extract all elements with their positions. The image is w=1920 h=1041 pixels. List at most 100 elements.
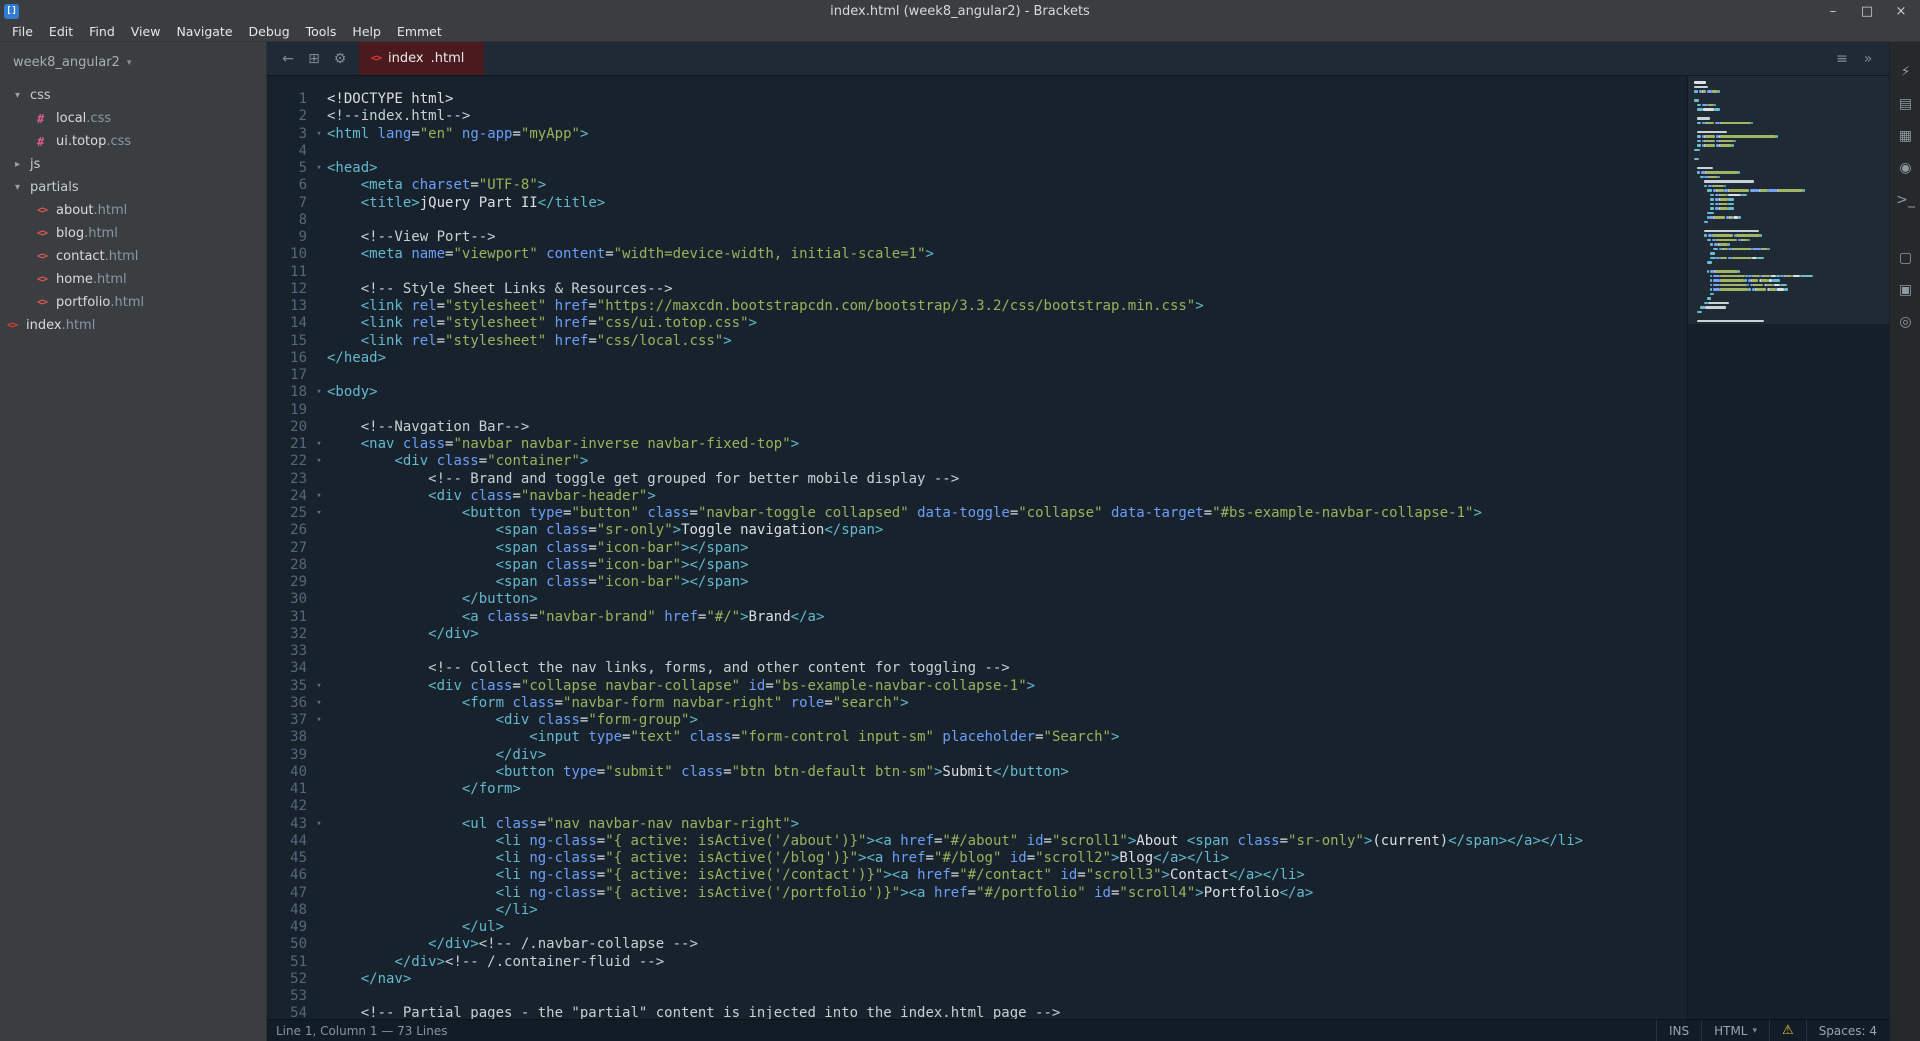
code-line-40[interactable]: 40 <button type="submit" class="btn btn-… [267, 764, 1687, 781]
health-report-icon[interactable]: ◉ [1890, 158, 1920, 178]
code-line-22[interactable]: 22 ▾ <div class="container"> [267, 453, 1687, 470]
menu-find[interactable]: Find [81, 22, 123, 41]
code-line-13[interactable]: 13 <link rel="stylesheet" href="https://… [267, 298, 1687, 315]
code-line-52[interactable]: 52 </nav> [267, 971, 1687, 988]
code-line-26[interactable]: 26 <span class="sr-only">Toggle navigati… [267, 522, 1687, 539]
menu-file[interactable]: File [4, 22, 41, 41]
code-line-36[interactable]: 36 ▾ <form class="navbar-form navbar-righ… [267, 695, 1687, 712]
fold-toggle-icon[interactable]: ▾ [311, 712, 327, 729]
menu-tools[interactable]: Tools [298, 22, 345, 41]
tree-file-contact.html[interactable]: <> contact .html [0, 245, 266, 268]
code-line-30[interactable]: 30 </button> [267, 591, 1687, 608]
tree-file-about.html[interactable]: <> about .html [0, 199, 266, 222]
tree-folder-partials[interactable]: ▾ partials [0, 176, 266, 199]
code-line-14[interactable]: 14 <link rel="stylesheet" href="css/ui.t… [267, 315, 1687, 332]
settings-panel-icon[interactable]: ◎ [1890, 312, 1920, 332]
code-line-5[interactable]: 5 ▾ <head> [267, 160, 1687, 177]
code-line-32[interactable]: 32 </div> [267, 626, 1687, 643]
menu-navigate[interactable]: Navigate [168, 22, 240, 41]
code-line-44[interactable]: 44 <li ng-class="{ active: isActive('/ab… [267, 833, 1687, 850]
live-preview-icon[interactable]: ⚡ [1890, 62, 1920, 82]
menu-debug[interactable]: Debug [241, 22, 298, 41]
fold-toggle-icon[interactable]: ▾ [311, 436, 327, 453]
fold-toggle-icon[interactable]: ▾ [311, 816, 327, 833]
fold-toggle-icon[interactable]: ▾ [311, 488, 327, 505]
code-line-8[interactable]: 8 [267, 212, 1687, 229]
code-line-11[interactable]: 11 [267, 264, 1687, 281]
minimize-button[interactable]: – [1816, 0, 1850, 22]
code-line-6[interactable]: 6 <meta charset="UTF-8"> [267, 177, 1687, 194]
code-line-12[interactable]: 12 <!-- Style Sheet Links & Resources--> [267, 281, 1687, 298]
tab-index-html[interactable]: <> index .html [359, 42, 485, 75]
tree-file-local.css[interactable]: # local .css [0, 107, 266, 130]
documents-panel-icon[interactable]: ▣ [1890, 280, 1920, 300]
menu-view[interactable]: View [123, 22, 169, 41]
code-line-33[interactable]: 33 [267, 643, 1687, 660]
code-line-10[interactable]: 10 <meta name="viewport" content="width=… [267, 246, 1687, 263]
folder-collapse-icon[interactable]: ▾ [15, 90, 30, 101]
code-line-45[interactable]: 45 <li ng-class="{ active: isActive('/bl… [267, 850, 1687, 867]
code-line-47[interactable]: 47 <li ng-class="{ active: isActive('/po… [267, 885, 1687, 902]
tree-file-blog.html[interactable]: <> blog .html [0, 222, 266, 245]
code-line-31[interactable]: 31 <a class="navbar-brand" href="#/">Bra… [267, 609, 1687, 626]
code-line-50[interactable]: 50 </div><!-- /.navbar-collapse --> [267, 936, 1687, 953]
code-line-23[interactable]: 23 <!-- Brand and toggle get grouped for… [267, 471, 1687, 488]
fold-toggle-icon[interactable]: ▾ [311, 453, 327, 470]
menu-help[interactable]: Help [344, 22, 389, 41]
menu-emmet[interactable]: Emmet [389, 22, 450, 41]
code-line-1[interactable]: 1 <!DOCTYPE html> [267, 91, 1687, 108]
close-button[interactable]: × [1884, 0, 1918, 22]
tree-file-index.html[interactable]: <> index .html [0, 314, 266, 337]
code-line-38[interactable]: 38 <input type="text" class="form-contro… [267, 729, 1687, 746]
code-line-2[interactable]: 2 <!--index.html--> [267, 108, 1687, 125]
fold-toggle-icon[interactable]: ▾ [311, 126, 327, 143]
code-line-29[interactable]: 29 <span class="icon-bar"></span> [267, 574, 1687, 591]
working-set-menu-icon[interactable]: ≡ [1829, 51, 1855, 67]
project-dropdown[interactable]: week8_angular2 ▾ [0, 42, 266, 76]
code-line-51[interactable]: 51 </div><!-- /.container-fluid --> [267, 954, 1687, 971]
tree-file-ui.totop.css[interactable]: # ui.totop .css [0, 130, 266, 153]
code-line-39[interactable]: 39 </div> [267, 747, 1687, 764]
fold-toggle-icon[interactable]: ▾ [311, 695, 327, 712]
folder-collapse-icon[interactable]: ▾ [15, 182, 30, 193]
code-line-4[interactable]: 4 [267, 143, 1687, 160]
code-line-28[interactable]: 28 <span class="icon-bar"></span> [267, 557, 1687, 574]
language-mode-selector[interactable]: HTML ▾ [1701, 1020, 1769, 1041]
code-line-53[interactable]: 53 [267, 988, 1687, 1005]
maximize-button[interactable]: □ [1850, 0, 1884, 22]
terminal-icon[interactable]: >_ [1890, 190, 1920, 210]
indent-setting[interactable]: Spaces: 4 [1805, 1020, 1889, 1041]
fold-toggle-icon[interactable]: ▾ [311, 384, 327, 401]
code-line-49[interactable]: 49 </ul> [267, 919, 1687, 936]
fold-toggle-icon[interactable]: ▾ [311, 678, 327, 695]
fold-toggle-icon[interactable]: ▾ [311, 505, 327, 522]
code-line-43[interactable]: 43 ▾ <ul class="nav navbar-nav navbar-rig… [267, 816, 1687, 833]
overflow-menu-icon[interactable]: » [1855, 51, 1881, 67]
code-line-46[interactable]: 46 <li ng-class="{ active: isActive('/co… [267, 867, 1687, 884]
code-line-37[interactable]: 37 ▾ <div class="form-group"> [267, 712, 1687, 729]
back-arrow-icon[interactable]: ← [275, 51, 301, 67]
tree-folder-css[interactable]: ▾ css [0, 84, 266, 107]
tree-file-portfolio.html[interactable]: <> portfolio .html [0, 291, 266, 314]
split-view-icon[interactable]: ⊞ [301, 51, 327, 67]
code-line-35[interactable]: 35 ▾ <div class="collapse navbar-collapse… [267, 678, 1687, 695]
menu-edit[interactable]: Edit [41, 22, 81, 41]
fold-toggle-icon[interactable]: ▾ [311, 160, 327, 177]
lint-status[interactable]: ⚠ [1769, 1020, 1806, 1041]
code-line-9[interactable]: 9 <!--View Port--> [267, 229, 1687, 246]
code-line-19[interactable]: 19 [267, 402, 1687, 419]
code-line-20[interactable]: 20 <!--Navgation Bar--> [267, 419, 1687, 436]
code-line-27[interactable]: 27 <span class="icon-bar"></span> [267, 540, 1687, 557]
code-line-18[interactable]: 18 ▾ <body> [267, 384, 1687, 401]
code-line-21[interactable]: 21 ▾ <nav class="navbar navbar-inverse na… [267, 436, 1687, 453]
folder-expand-icon[interactable]: ▸ [15, 159, 30, 170]
code-line-17[interactable]: 17 [267, 367, 1687, 384]
code-line-42[interactable]: 42 [267, 798, 1687, 815]
snippets-panel-icon[interactable]: ▢ [1890, 248, 1920, 268]
live-highlight-icon[interactable]: ▤ [1890, 94, 1920, 114]
code-editor[interactable]: 1 <!DOCTYPE html> 2 <!--index.html--> 3 ▾ <htm… [267, 76, 1687, 1019]
code-line-54[interactable]: 54 <!-- Partial pages - the "partial" co… [267, 1005, 1687, 1019]
code-line-25[interactable]: 25 ▾ <button type="button" class="navbar-… [267, 505, 1687, 522]
code-line-3[interactable]: 3 ▾ <html lang="en" ng-app="myApp"> [267, 126, 1687, 143]
code-line-15[interactable]: 15 <link rel="stylesheet" href="css/loca… [267, 333, 1687, 350]
